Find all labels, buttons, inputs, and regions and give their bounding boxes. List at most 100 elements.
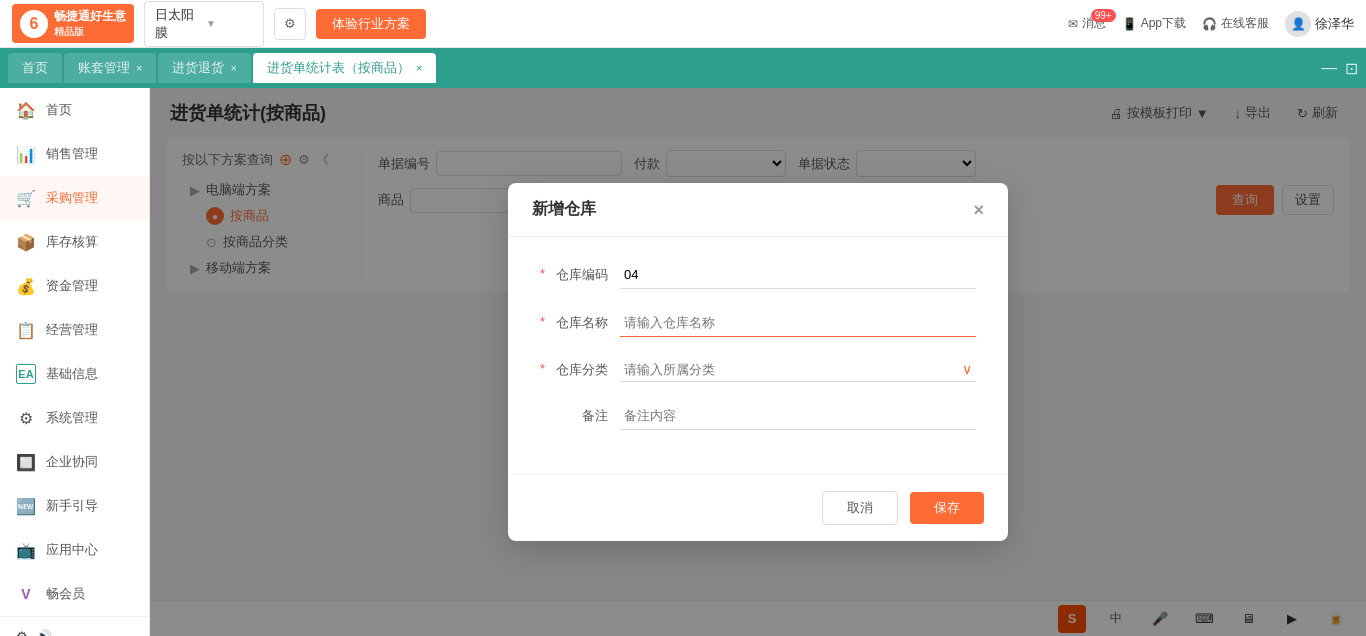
sidebar-item-enterprise[interactable]: 🔲 企业协同 xyxy=(0,440,149,484)
tab-purchase-stat-close-icon[interactable]: × xyxy=(416,62,422,74)
avatar: 👤 xyxy=(1285,11,1311,37)
settings-button[interactable]: ⚙ xyxy=(274,8,306,40)
store-chevron-icon: ▼ xyxy=(206,18,253,29)
message-button[interactable]: ✉ 消息 99+ xyxy=(1068,15,1106,32)
sidebar-item-operation[interactable]: 📋 经营管理 xyxy=(0,308,149,352)
phone-icon: 📱 xyxy=(1122,17,1137,31)
category-label: 仓库分类 xyxy=(540,361,620,379)
tab-purchase-stat-label: 进货单统计表（按商品） xyxy=(267,59,410,77)
tab-account-label: 账套管理 xyxy=(78,59,130,77)
sidebar-item-home-label: 首页 xyxy=(46,101,72,119)
logo-text-block: 畅捷通好生意 精品版 xyxy=(54,8,126,39)
gear-icon: ⚙ xyxy=(284,16,296,31)
form-row-code: 仓库编码 xyxy=(540,261,976,289)
tab-bar: 首页 账套管理 × 进货退货 × 进货单统计表（按商品） × — ⊡ xyxy=(0,48,1366,88)
category-arrow-icon: ∨ xyxy=(962,361,972,377)
user-name: 徐泽华 xyxy=(1315,15,1354,33)
sidebar-item-system-label: 系统管理 xyxy=(46,409,98,427)
sidebar-item-app-center[interactable]: 📺 应用中心 xyxy=(0,528,149,572)
sidebar-item-purchase-label: 采购管理 xyxy=(46,189,98,207)
logo-icon: 6 xyxy=(20,10,48,38)
remark-input[interactable] xyxy=(620,402,976,430)
sidebar-item-base-info-label: 基础信息 xyxy=(46,365,98,383)
message-badge: 99+ xyxy=(1091,9,1116,22)
app-center-icon: 📺 xyxy=(16,540,36,560)
tab-account[interactable]: 账套管理 × xyxy=(64,53,156,83)
dialog-header: 新增仓库 × xyxy=(508,183,1008,237)
store-selector[interactable]: 日太阳膜 ▼ xyxy=(144,1,264,47)
cancel-button[interactable]: 取消 xyxy=(822,491,898,525)
user-menu[interactable]: 👤 徐泽华 xyxy=(1285,11,1354,37)
message-icon: ✉ xyxy=(1068,17,1078,31)
sales-icon: 📊 xyxy=(16,144,36,164)
purchase-icon: 🛒 xyxy=(16,188,36,208)
sidebar-item-sales-label: 销售管理 xyxy=(46,145,98,163)
sidebar-item-system[interactable]: ⚙ 系统管理 xyxy=(0,396,149,440)
sidebar-item-vip[interactable]: V 畅会员 xyxy=(0,572,149,616)
dialog-body: 仓库编码 仓库名称 仓库分类 ∨ xyxy=(508,237,1008,474)
code-label: 仓库编码 xyxy=(540,266,620,284)
service-label: 在线客服 xyxy=(1221,15,1269,32)
sidebar-item-enterprise-label: 企业协同 xyxy=(46,453,98,471)
category-select-wrap: ∨ xyxy=(620,357,976,382)
remark-label: 备注 xyxy=(540,407,620,425)
tab-home[interactable]: 首页 xyxy=(8,53,62,83)
sidebar-item-home[interactable]: 🏠 首页 xyxy=(0,88,149,132)
trial-button[interactable]: 体验行业方案 xyxy=(316,9,426,39)
dialog-close-icon[interactable]: × xyxy=(973,201,984,219)
sidebar-item-inventory[interactable]: 📦 库存核算 xyxy=(0,220,149,264)
sidebar: 🏠 首页 📊 销售管理 🛒 采购管理 📦 库存核算 💰 资金管理 📋 经 xyxy=(0,88,150,636)
tab-purchase-stat[interactable]: 进货单统计表（按商品） × xyxy=(253,53,436,83)
sidebar-item-finance[interactable]: 💰 资金管理 xyxy=(0,264,149,308)
main-layout: 🏠 首页 📊 销售管理 🛒 采购管理 📦 库存核算 💰 资金管理 📋 经 xyxy=(0,88,1366,636)
home-icon: 🏠 xyxy=(16,100,36,120)
tab-expand-icon[interactable]: ⊡ xyxy=(1345,59,1358,78)
operation-icon: 📋 xyxy=(16,320,36,340)
sidebar-item-guide-label: 新手引导 xyxy=(46,497,98,515)
enterprise-icon: 🔲 xyxy=(16,452,36,472)
sidebar-item-vip-label: 畅会员 xyxy=(46,585,85,603)
new-warehouse-dialog: 新增仓库 × 仓库编码 仓库名称 xyxy=(508,183,1008,541)
tab-home-label: 首页 xyxy=(22,59,48,77)
name-label: 仓库名称 xyxy=(540,314,620,332)
form-row-remark: 备注 xyxy=(540,402,976,430)
service-button[interactable]: 🎧 在线客服 xyxy=(1202,15,1269,32)
sidebar-item-operation-label: 经营管理 xyxy=(46,321,98,339)
base-info-icon: EA xyxy=(16,364,36,384)
sidebar-settings-icon[interactable]: ⚙ xyxy=(16,629,28,636)
tab-minimize-icon[interactable]: — xyxy=(1321,59,1337,78)
app-label: App下载 xyxy=(1141,15,1186,32)
category-input[interactable] xyxy=(624,362,962,377)
form-row-category: 仓库分类 ∨ xyxy=(540,357,976,382)
name-input[interactable] xyxy=(620,309,976,337)
logo: 6 畅捷通好生意 精品版 xyxy=(12,4,134,43)
dialog-title: 新增仓库 xyxy=(532,199,596,220)
dialog-footer: 取消 保存 xyxy=(508,474,1008,541)
sidebar-item-finance-label: 资金管理 xyxy=(46,277,98,295)
headset-icon: 🎧 xyxy=(1202,17,1217,31)
sidebar-audio-icon[interactable]: 🔊 xyxy=(36,629,52,636)
sidebar-bottom: ⚙ 🔊 xyxy=(0,616,149,636)
vip-icon: V xyxy=(16,584,36,604)
sidebar-item-base-info[interactable]: EA 基础信息 xyxy=(0,352,149,396)
tab-account-close-icon[interactable]: × xyxy=(136,62,142,74)
modal-overlay: 新增仓库 × 仓库编码 仓库名称 xyxy=(150,88,1366,636)
sidebar-item-sales[interactable]: 📊 销售管理 xyxy=(0,132,149,176)
sidebar-item-purchase[interactable]: 🛒 采购管理 xyxy=(0,176,149,220)
tab-purchase-return[interactable]: 进货退货 × xyxy=(158,53,250,83)
store-name: 日太阳膜 xyxy=(155,6,202,42)
code-input[interactable] xyxy=(620,261,976,289)
guide-icon: 🆕 xyxy=(16,496,36,516)
app-download-button[interactable]: 📱 App下载 xyxy=(1122,15,1186,32)
content-area: 进货单统计(按商品) 🖨 按模板打印 ▼ ↓ 导出 ↻ 刷新 xyxy=(150,88,1366,636)
tab-purchase-return-close-icon[interactable]: × xyxy=(230,62,236,74)
finance-icon: 💰 xyxy=(16,276,36,296)
save-button[interactable]: 保存 xyxy=(910,492,984,524)
sidebar-item-app-center-label: 应用中心 xyxy=(46,541,98,559)
form-row-name: 仓库名称 xyxy=(540,309,976,337)
header-right: ✉ 消息 99+ 📱 App下载 🎧 在线客服 👤 徐泽华 xyxy=(1068,11,1354,37)
tab-bar-controls: — ⊡ xyxy=(1321,59,1358,78)
sidebar-item-guide[interactable]: 🆕 新手引导 xyxy=(0,484,149,528)
sidebar-item-inventory-label: 库存核算 xyxy=(46,233,98,251)
inventory-icon: 📦 xyxy=(16,232,36,252)
